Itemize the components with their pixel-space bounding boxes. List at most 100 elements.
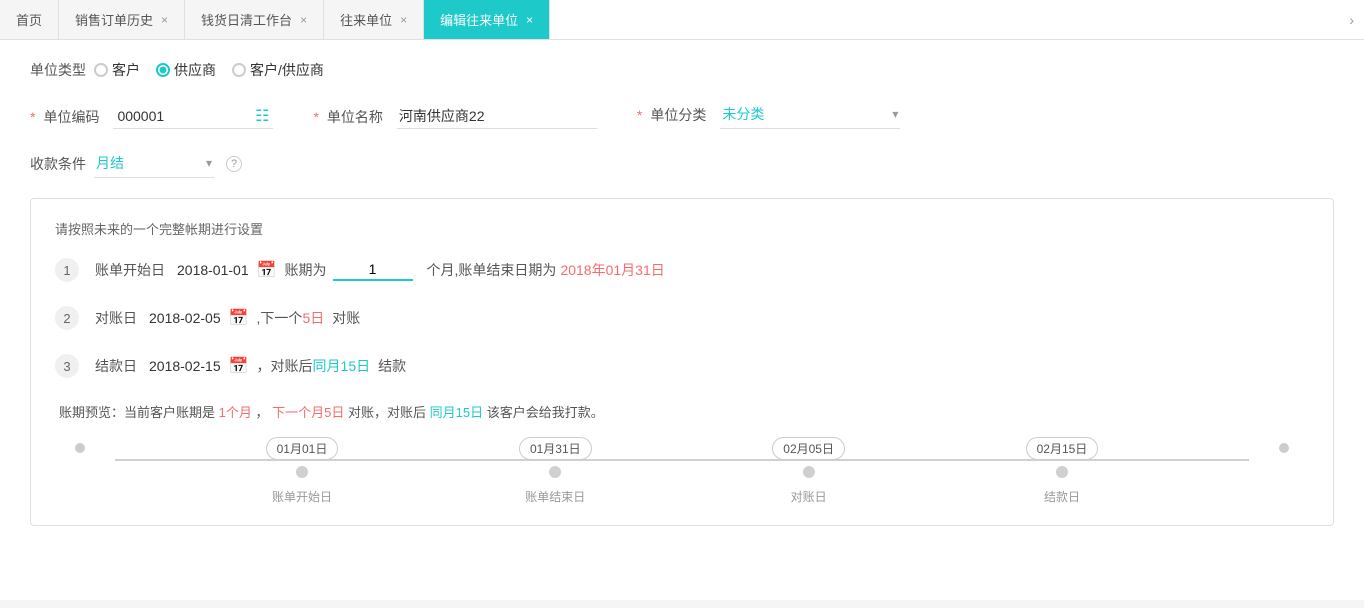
period-cal-2[interactable]: 📅 [229,308,249,328]
period-cal-1[interactable]: 📅 [257,260,277,280]
main-content: 单位类型 客户 供应商 客户/供应商 * 单位编码 ☷ [0,40,1364,600]
preview-reconcile: 下一个月5日 [272,405,344,420]
tab-home-label: 首页 [16,10,42,29]
period-panel: 请按照未来的一个完整帐期进行设置 1 账单开始日 2018-01-01 📅 账期… [30,198,1334,526]
tab-bar: 首页 销售订单历史 × 钱货日清工作台 × 往来单位 × 编辑往来单位 × › [0,0,1364,40]
radio-customer[interactable]: 客户 [94,60,140,80]
period-cal-3[interactable]: 📅 [229,356,249,376]
preview-sep2: 对账，对账后 [348,405,426,420]
period-date-1: 2018-01-01 [177,262,249,278]
radio-supplier-circle [156,63,170,77]
timeline-dot-3 [803,466,815,478]
timeline-container: 01月01日 账单开始日 01月31日 账单结束日 02月05日 对账日 02月… [55,437,1309,505]
unit-type-label: 单位类型 [30,60,86,80]
timeline-dot-1 [296,466,308,478]
period-row-2: 2 对账日 2018-02-05 📅 ,下一个 5日 对账 [55,306,1309,330]
tab-cash-work-close[interactable]: × [300,13,307,27]
period-desc-2a: ,下一个 [257,308,303,328]
tab-edit-partner-close[interactable]: × [526,13,533,27]
timeline-dot-2 [549,466,561,478]
timeline-sublabel-2: 账单结束日 [525,488,585,505]
unit-category-star: * [637,107,642,123]
tab-home[interactable]: 首页 [0,0,59,39]
radio-supplier[interactable]: 供应商 [156,60,216,80]
tab-cash-work[interactable]: 钱货日清工作台 × [185,0,324,39]
unit-code-group: * 单位编码 ☷ [30,104,273,129]
period-desc-3b: 结款 [378,356,406,376]
preview-label: 账期预览：当前客户账期是 [59,405,215,420]
period-label-3: 结款日 [95,356,137,376]
unit-category-group: * 单位分类 未分类 ▾ [637,100,900,129]
timeline-point-3: 02月05日 对账日 [772,437,845,505]
payment-value: 月结 [96,153,202,173]
preview-sep1: ， [256,405,269,420]
unit-type-row: 单位类型 客户 供应商 客户/供应商 [30,60,1334,80]
tab-cash-work-label: 钱货日清工作台 [201,10,292,29]
period-label-1: 账单开始日 [95,260,165,280]
payment-help-icon[interactable]: ? [226,156,242,172]
unit-code-icon[interactable]: ☷ [255,106,269,126]
period-end-date: 2018年01月31日 [560,260,664,280]
radio-both-circle [232,63,246,77]
timeline-right-cap [1279,437,1289,453]
payment-row: 收款条件 月结 ▾ ? [30,149,1334,178]
unit-code-label: 单位编码 [43,107,99,127]
period-desc-2b: 对账 [332,308,360,328]
timeline-point-2: 01月31日 账单结束日 [519,437,592,505]
preview-section: 账期预览：当前客户账期是 1个月 ， 下一个月5日 对账，对账后 同月15日 该… [55,402,1309,421]
tab-sales-history[interactable]: 销售订单历史 × [59,0,185,39]
period-desc-1a: 账期为 [285,260,327,280]
period-num-1: 1 [55,258,79,282]
unit-type-radio-group: 客户 供应商 客户/供应商 [94,60,324,80]
period-num-3: 3 [55,354,79,378]
tab-scroll-arrow[interactable]: › [1339,0,1364,39]
timeline-point-4: 02月15日 结款日 [1026,437,1099,505]
month-input[interactable] [333,259,413,281]
radio-both-label: 客户/供应商 [250,60,324,80]
tab-edit-partner[interactable]: 编辑往来单位 × [424,0,550,39]
unit-code-input[interactable] [117,108,251,124]
period-label-2: 对账日 [95,308,137,328]
unit-category-arrow: ▾ [892,107,898,121]
unit-name-input[interactable] [397,104,597,129]
timeline-badge-1: 01月01日 [266,437,339,460]
preview-end: 该客户会给我打款。 [487,405,604,420]
tab-partner-label: 往来单位 [340,10,392,29]
tab-sales-history-close[interactable]: × [161,13,168,27]
unit-code-field[interactable]: ☷ [113,104,273,129]
timeline-badge-4: 02月15日 [1026,437,1099,460]
timeline-points: 01月01日 账单开始日 01月31日 账单结束日 02月05日 对账日 02月… [75,437,1289,505]
unit-category-label: 单位分类 [650,105,706,125]
payment-select[interactable]: 月结 ▾ [94,149,214,178]
radio-customer-label: 客户 [112,60,140,80]
timeline-badge-3: 02月05日 [772,437,845,460]
preview-months: 1个月 [219,405,252,420]
period-desc-1b: 个月,账单结束日期为 [427,260,557,280]
tab-partner[interactable]: 往来单位 × [324,0,424,39]
unit-category-value: 未分类 [722,104,888,124]
radio-both[interactable]: 客户/供应商 [232,60,324,80]
timeline-badge-2: 01月31日 [519,437,592,460]
tab-edit-partner-label: 编辑往来单位 [440,10,518,29]
period-row-3: 3 结款日 2018-02-15 📅 ，对账后 同月15日 结款 [55,354,1309,378]
unit-info-row: * 单位编码 ☷ * 单位名称 * 单位分类 未分类 ▾ [30,100,1334,129]
payment-label: 收款条件 [30,154,86,174]
period-num-2: 2 [55,306,79,330]
radio-customer-circle [94,63,108,77]
unit-name-group: * 单位名称 [313,104,596,129]
period-highlight-3: 同月15日 [313,356,371,376]
timeline-dot-4 [1056,466,1068,478]
unit-category-select[interactable]: 未分类 ▾ [720,100,900,129]
tab-partner-close[interactable]: × [400,13,407,27]
tab-sales-history-label: 销售订单历史 [75,10,153,29]
timeline-point-1: 01月01日 账单开始日 [266,437,339,505]
unit-name-star: * [313,109,318,125]
panel-title: 请按照未来的一个完整帐期进行设置 [55,219,1309,238]
radio-supplier-label: 供应商 [174,60,216,80]
unit-code-star: * [30,109,35,125]
timeline-sublabel-3: 对账日 [791,488,827,505]
period-row-1: 1 账单开始日 2018-01-01 📅 账期为 个月,账单结束日期为 2018… [55,258,1309,282]
preview-payment: 同月15日 [430,405,483,420]
timeline-sublabel-1: 账单开始日 [272,488,332,505]
period-date-3: 2018-02-15 [149,358,221,374]
